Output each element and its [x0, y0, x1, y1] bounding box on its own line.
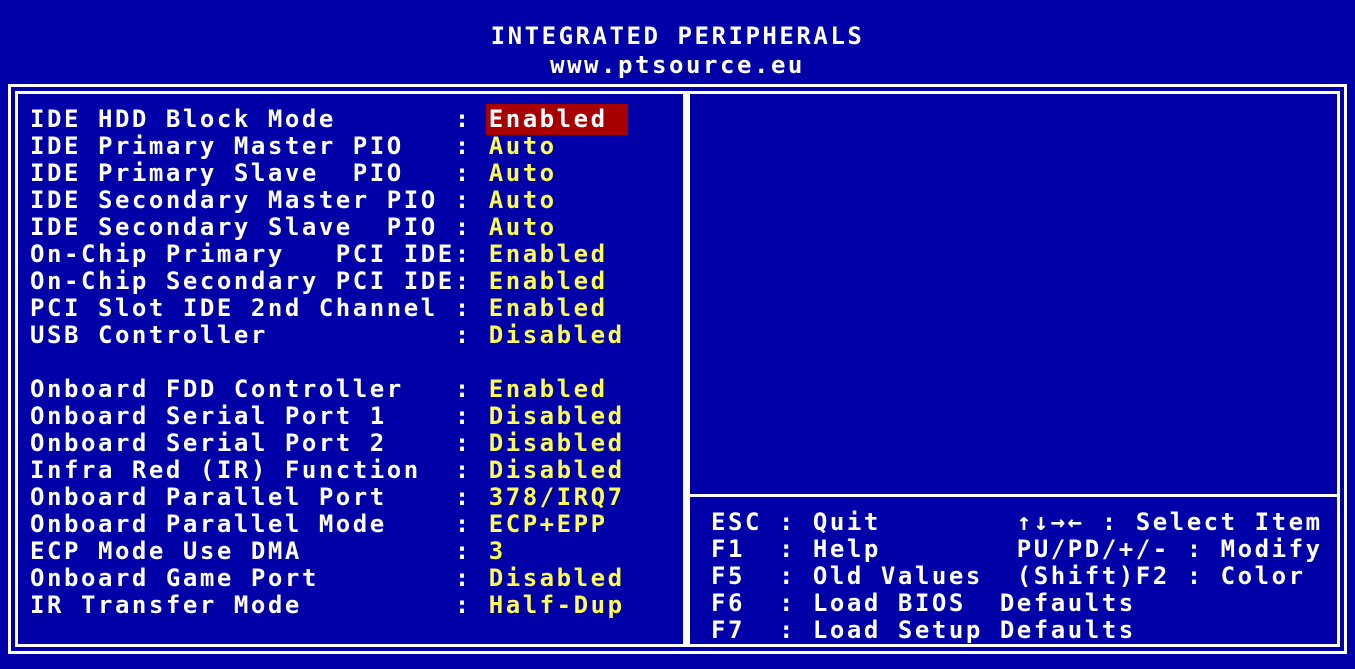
setting-value: Auto	[489, 159, 557, 187]
help-key-line: F1 : Help PU/PD/+/- : Modify	[711, 537, 1323, 562]
setting-label: On-Chip Secondary PCI IDE:	[30, 267, 489, 295]
setting-value: 378/IRQ7	[489, 483, 625, 511]
setting-row[interactable]: Onboard Parallel Mode : ECP+EPP	[30, 512, 608, 537]
setting-label: Infra Red (IR) Function :	[30, 456, 489, 484]
bios-screen: INTEGRATED PERIPHERALS www.ptsource.eu I…	[0, 0, 1355, 669]
setting-label: IR Transfer Mode :	[30, 591, 489, 619]
item-help-area	[690, 94, 1337, 494]
setting-label: Onboard Parallel Port :	[30, 483, 489, 511]
setting-label: PCI Slot IDE 2nd Channel :	[30, 294, 489, 322]
setting-value: Enabled	[489, 375, 608, 403]
setting-row[interactable]: PCI Slot IDE 2nd Channel : Enabled	[30, 296, 608, 321]
setting-row[interactable]: On-Chip Primary PCI IDE: Enabled	[30, 242, 608, 267]
setting-label: Onboard Serial Port 2 :	[30, 429, 489, 457]
setting-row[interactable]: Onboard FDD Controller : Enabled	[30, 377, 608, 402]
page-title: INTEGRATED PERIPHERALS	[0, 24, 1355, 49]
help-key-line: F5 : Old Values (Shift)F2 : Color	[711, 564, 1306, 589]
setting-row[interactable]: Onboard Game Port : Disabled	[30, 566, 625, 591]
setting-row[interactable]: USB Controller : Disabled	[30, 323, 625, 348]
setting-label: Onboard Parallel Mode :	[30, 510, 489, 538]
setting-row[interactable]: ECP Mode Use DMA : 3	[30, 539, 506, 564]
setting-row-selected[interactable]: IDE HDD Block Mode : Enabled	[30, 107, 628, 132]
setting-row[interactable]: IR Transfer Mode : Half-Dup	[30, 593, 625, 618]
setting-row[interactable]: Onboard Parallel Port : 378/IRQ7	[30, 485, 625, 510]
setting-label: IDE Primary Master PIO :	[30, 132, 489, 160]
setting-value: Half-Dup	[489, 591, 625, 619]
panel-divider-horizontal	[690, 494, 1337, 497]
setting-label: IDE Primary Slave PIO :	[30, 159, 489, 187]
setting-label: On-Chip Primary PCI IDE:	[30, 240, 489, 268]
setting-value: Disabled	[489, 564, 625, 592]
setting-value: Auto	[489, 186, 557, 214]
setting-row[interactable]: Onboard Serial Port 1 : Disabled	[30, 404, 625, 429]
setting-value: ECP+EPP	[489, 510, 608, 538]
setting-value: Auto	[489, 132, 557, 160]
setting-label: Onboard FDD Controller :	[30, 375, 489, 403]
help-key-line: ESC : Quit ↑↓→← : Select Item	[711, 510, 1323, 535]
setting-label: USB Controller :	[30, 321, 489, 349]
setting-value: Disabled	[489, 456, 625, 484]
setting-row[interactable]: Onboard Serial Port 2 : Disabled	[30, 431, 625, 456]
help-key-line: F7 : Load Setup Defaults	[711, 618, 1136, 643]
setting-value: Auto	[489, 213, 557, 241]
setting-row[interactable]: On-Chip Secondary PCI IDE: Enabled	[30, 269, 608, 294]
page-subtitle: www.ptsource.eu	[0, 53, 1355, 78]
setting-label: Onboard Game Port :	[30, 564, 489, 592]
setting-value: Disabled	[489, 429, 625, 457]
setting-label: Onboard Serial Port 1 :	[30, 402, 489, 430]
setting-label: IDE HDD Block Mode :	[30, 105, 489, 133]
setting-value: Disabled	[489, 321, 625, 349]
panel-divider-vertical	[683, 94, 690, 645]
setting-row[interactable]: Infra Red (IR) Function : Disabled	[30, 458, 625, 483]
setting-row[interactable]: IDE Secondary Slave PIO : Auto	[30, 215, 557, 240]
setting-value: Enabled	[489, 240, 608, 268]
setting-value-selected: Enabled	[486, 104, 628, 135]
setting-row[interactable]: IDE Secondary Master PIO : Auto	[30, 188, 557, 213]
setting-value: Enabled	[489, 267, 608, 295]
setting-value: 3	[489, 537, 506, 565]
setting-row[interactable]: IDE Primary Master PIO : Auto	[30, 134, 557, 159]
setting-label: IDE Secondary Master PIO :	[30, 186, 489, 214]
setting-label: ECP Mode Use DMA :	[30, 537, 489, 565]
setting-label: IDE Secondary Slave PIO :	[30, 213, 489, 241]
help-key-line: F6 : Load BIOS Defaults	[711, 591, 1136, 616]
setting-value: Disabled	[489, 402, 625, 430]
setting-row[interactable]: IDE Primary Slave PIO : Auto	[30, 161, 557, 186]
setting-value: Enabled	[489, 294, 608, 322]
